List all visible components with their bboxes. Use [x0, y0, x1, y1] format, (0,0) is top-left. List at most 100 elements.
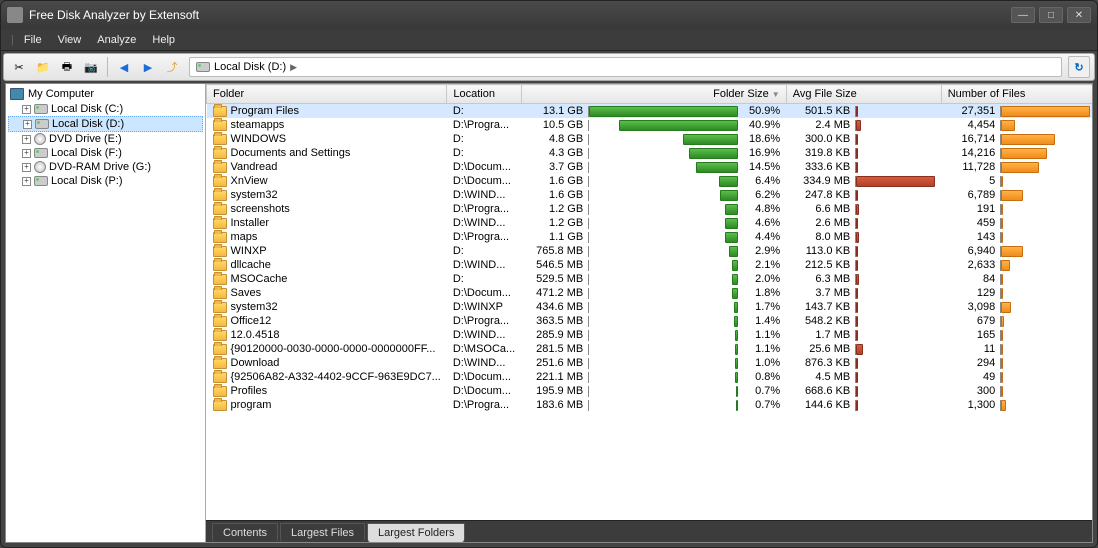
tab-largest-folders[interactable]: Largest Folders — [367, 523, 465, 542]
tree-node-label: Local Disk (P:) — [51, 175, 123, 187]
tab-largest-files[interactable]: Largest Files — [280, 523, 365, 542]
avg-cell: 25.6 MB — [786, 342, 941, 356]
table-row[interactable]: XnViewD:\Docum...1.6 GB6.4%334.9 MB5 — [207, 174, 1093, 188]
tool-folder-icon[interactable]: 📁 — [32, 56, 54, 78]
tree-node-0[interactable]: +Local Disk (C:) — [8, 102, 203, 116]
tree-node-3[interactable]: +Local Disk (F:) — [8, 146, 203, 160]
num-cell: 3,098 — [941, 300, 1092, 314]
breadcrumb[interactable]: Local Disk (D:) ▶ — [189, 57, 1062, 77]
location-cell: D:\WIND... — [447, 328, 521, 342]
avg-cell: 501.5 KB — [786, 104, 941, 119]
menu-view[interactable]: View — [50, 32, 90, 48]
col-avg[interactable]: Avg File Size — [786, 85, 941, 104]
menu-help[interactable]: Help — [144, 32, 183, 48]
table-row[interactable]: system32D:\WINXP434.6 MB1.7%143.7 KB3,09… — [207, 300, 1093, 314]
table-row[interactable]: programD:\Progra...183.6 MB0.7%144.6 KB1… — [207, 398, 1093, 412]
num-cell: 459 — [941, 216, 1092, 230]
table-row[interactable]: screenshotsD:\Progra...1.2 GB4.8%6.6 MB1… — [207, 202, 1093, 216]
avg-cell: 6.6 MB — [786, 202, 941, 216]
table-row[interactable]: {90120000-0030-0000-0000-0000000FF...D:\… — [207, 342, 1093, 356]
tool-camera-icon[interactable]: 📷 — [80, 56, 102, 78]
col-num[interactable]: Number of Files — [941, 85, 1092, 104]
table-row[interactable]: ProfilesD:\Docum...195.9 MB0.7%668.6 KB3… — [207, 384, 1093, 398]
tool-cut-icon[interactable]: ✂ — [8, 56, 30, 78]
table-row[interactable]: Program FilesD:13.1 GB50.9%501.5 KB27,35… — [207, 104, 1093, 119]
size-cell: 765.8 MB2.9% — [521, 244, 786, 258]
size-cell: 3.7 GB14.5% — [521, 160, 786, 174]
folder-name: Saves — [231, 287, 262, 299]
expander-icon[interactable]: + — [22, 149, 31, 158]
tree-node-4[interactable]: +DVD-RAM Drive (G:) — [8, 160, 203, 174]
folder-name: {90120000-0030-0000-0000-0000000FF... — [231, 343, 436, 355]
table-row[interactable]: 12.0.4518D:\WIND...285.9 MB1.1%1.7 MB165 — [207, 328, 1093, 342]
expander-icon[interactable]: + — [22, 163, 31, 172]
expander-icon[interactable]: + — [22, 105, 31, 114]
tree-node-5[interactable]: + Local Disk (P:) — [8, 174, 203, 188]
titlebar[interactable]: Free Disk Analyzer by Extensoft — □ ✕ — [1, 1, 1097, 29]
table-row[interactable]: VandreadD:\Docum...3.7 GB14.5%333.6 KB11… — [207, 160, 1093, 174]
folder-icon — [213, 400, 227, 411]
expander-icon[interactable]: + — [22, 135, 31, 144]
table-row[interactable]: SavesD:\Docum...471.2 MB1.8%3.7 MB129 — [207, 286, 1093, 300]
size-cell: 1.6 GB6.4% — [521, 174, 786, 188]
table-row[interactable]: mapsD:\Progra...1.1 GB4.4%8.0 MB143 — [207, 230, 1093, 244]
tree-node-label: Local Disk (D:) — [52, 118, 124, 130]
drive-icon — [34, 104, 48, 114]
nav-up-button[interactable]: ⤴ — [161, 56, 183, 78]
size-cell: 221.1 MB0.8% — [521, 370, 786, 384]
tab-contents[interactable]: Contents — [212, 523, 278, 542]
folder-icon — [213, 218, 227, 229]
table-row[interactable]: {92506A82-A332-4402-9CCF-963E9DC7...D:\D… — [207, 370, 1093, 384]
table-row[interactable]: dllcacheD:\WIND...546.5 MB2.1%212.5 KB2,… — [207, 258, 1093, 272]
table-row[interactable]: WINDOWSD:4.8 GB18.6%300.0 KB16,714 — [207, 132, 1093, 146]
location-cell: D:\WINXP — [447, 300, 521, 314]
col-folder[interactable]: Folder — [207, 85, 447, 104]
table-row[interactable]: WINXPD:765.8 MB2.9%113.0 KB6,940 — [207, 244, 1093, 258]
num-cell: 84 — [941, 272, 1092, 286]
avg-cell: 8.0 MB — [786, 230, 941, 244]
table-row[interactable]: Office12D:\Progra...363.5 MB1.4%548.2 KB… — [207, 314, 1093, 328]
col-size[interactable]: Folder Size▼ — [521, 85, 786, 104]
avg-cell: 319.8 KB — [786, 146, 941, 160]
avg-cell: 3.7 MB — [786, 286, 941, 300]
tool-print-icon[interactable]: 🖶 — [56, 56, 78, 78]
maximize-button[interactable]: □ — [1039, 7, 1063, 23]
tree-node-1[interactable]: + Local Disk (D:) — [8, 116, 203, 132]
folder-icon — [213, 302, 227, 313]
folder-icon — [213, 176, 227, 187]
tree-root[interactable]: My Computer — [8, 86, 203, 102]
table-row[interactable]: steamappsD:\Progra...10.5 GB40.9%2.4 MB4… — [207, 118, 1093, 132]
expander-icon[interactable]: + — [23, 120, 32, 129]
num-cell: 2,633 — [941, 258, 1092, 272]
size-cell: 251.6 MB1.0% — [521, 356, 786, 370]
drive-icon — [34, 176, 48, 186]
table-row[interactable]: DownloadD:\WIND...251.6 MB1.0%876.3 KB29… — [207, 356, 1093, 370]
table-row[interactable]: Documents and SettingsD:4.3 GB16.9%319.8… — [207, 146, 1093, 160]
location-cell: D: — [447, 244, 521, 258]
dvd-icon — [34, 133, 46, 145]
avg-cell: 143.7 KB — [786, 300, 941, 314]
table-row[interactable]: InstallerD:\WIND...1.2 GB4.6%2.6 MB459 — [207, 216, 1093, 230]
computer-icon — [10, 88, 24, 100]
menu-analyze[interactable]: Analyze — [89, 32, 144, 48]
col-location[interactable]: Location — [447, 85, 521, 104]
drive-tree[interactable]: My Computer +Local Disk (C:)+Local Disk … — [6, 84, 206, 542]
num-cell: 49 — [941, 370, 1092, 384]
avg-cell: 876.3 KB — [786, 356, 941, 370]
menu-file[interactable]: File — [16, 32, 50, 48]
location-cell: D:\WIND... — [447, 216, 521, 230]
minimize-button[interactable]: — — [1011, 7, 1035, 23]
folder-grid[interactable]: Folder Location Folder Size▼ Avg File Si… — [206, 84, 1092, 520]
folder-icon — [213, 232, 227, 243]
expander-icon[interactable]: + — [22, 177, 31, 186]
table-row[interactable]: MSOCacheD:529.5 MB2.0%6.3 MB84 — [207, 272, 1093, 286]
nav-back-button[interactable]: ◀ — [113, 56, 135, 78]
refresh-button[interactable]: ↻ — [1068, 56, 1090, 78]
table-row[interactable]: system32D:\WIND...1.6 GB6.2%247.8 KB6,78… — [207, 188, 1093, 202]
tree-node-2[interactable]: +DVD Drive (E:) — [8, 132, 203, 146]
close-button[interactable]: ✕ — [1067, 7, 1091, 23]
num-cell: 294 — [941, 356, 1092, 370]
location-cell: D:\Docum... — [447, 174, 521, 188]
nav-forward-button[interactable]: ▶ — [137, 56, 159, 78]
folder-icon — [213, 316, 227, 327]
